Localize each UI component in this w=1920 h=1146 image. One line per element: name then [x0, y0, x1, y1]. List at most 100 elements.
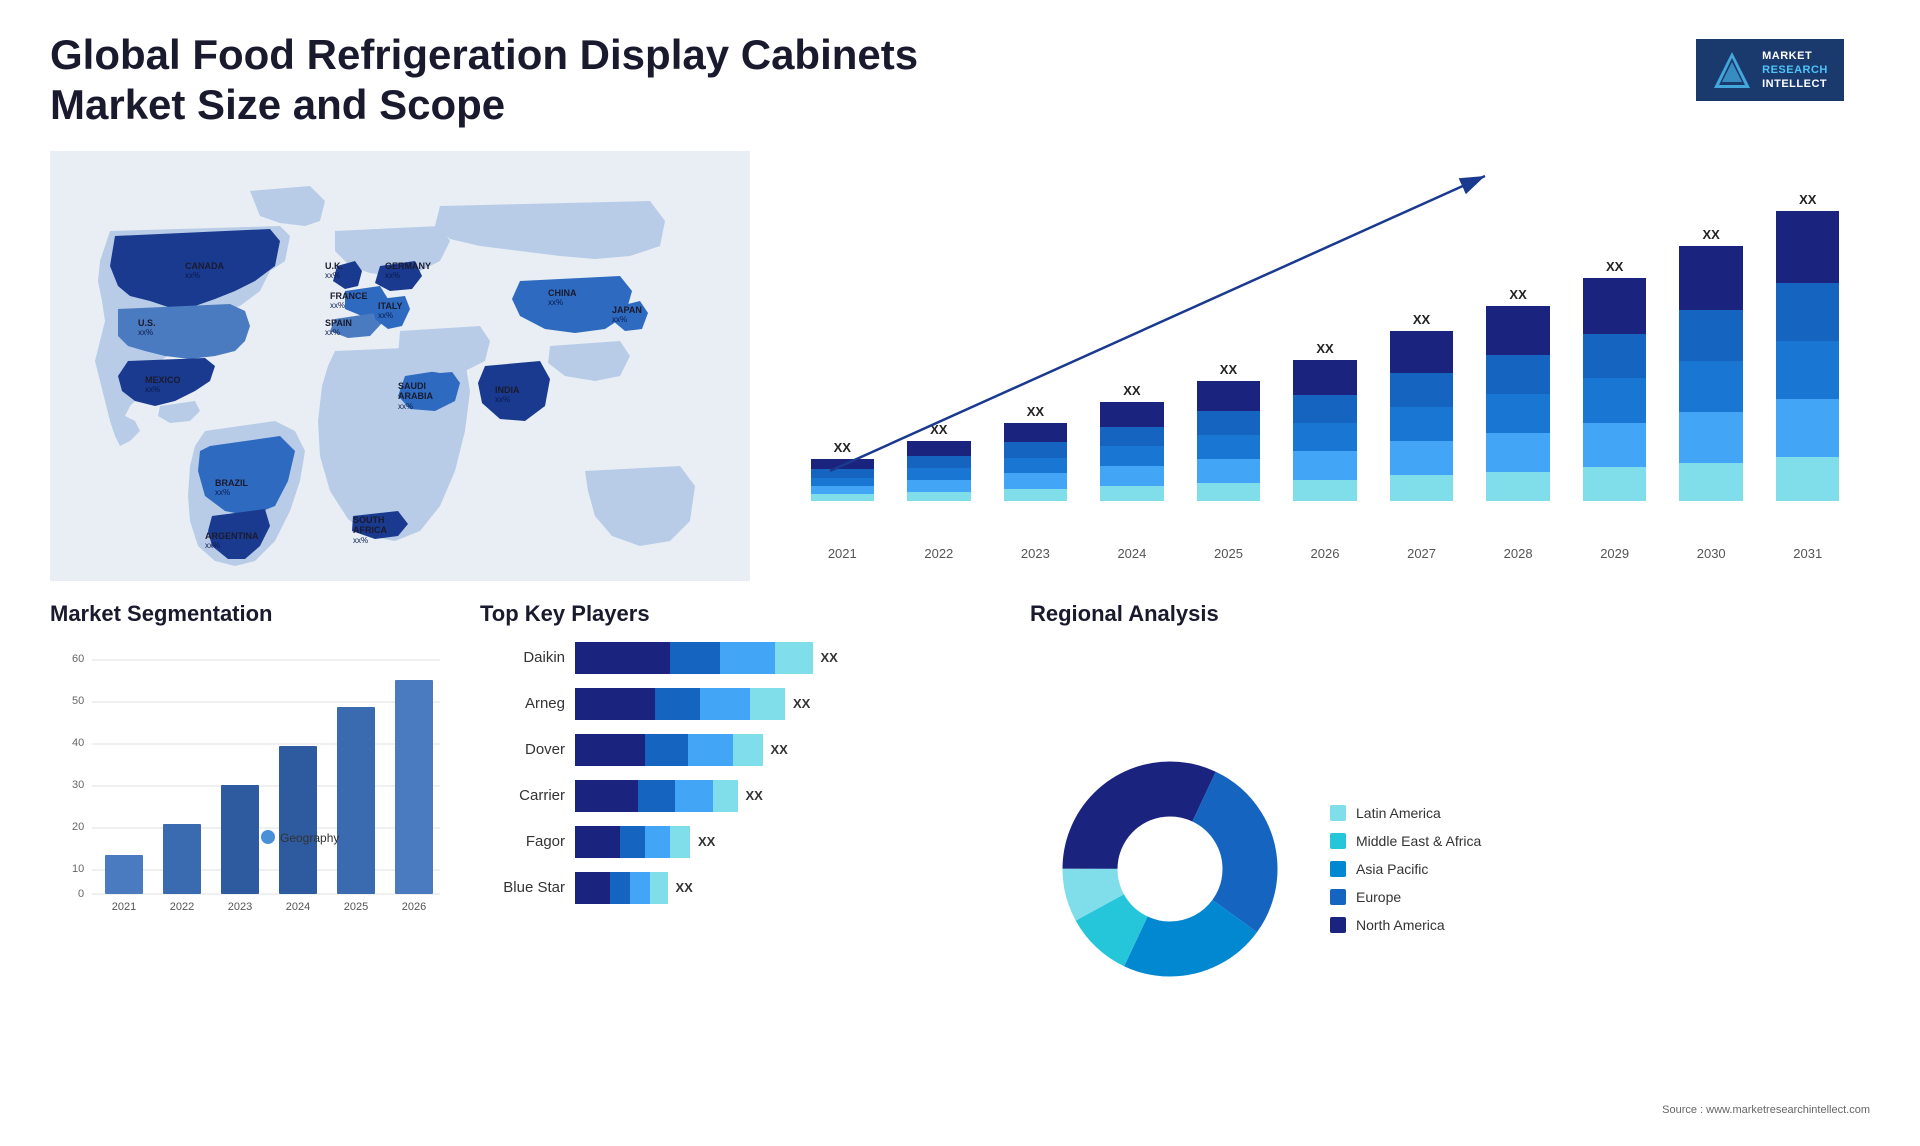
- bar-segment-0: [1390, 331, 1453, 374]
- bar-segment-3: [1583, 423, 1646, 468]
- legend-color-swatch: [1330, 833, 1346, 849]
- bar-segment-2: [811, 478, 874, 486]
- svg-text:xx%: xx%: [495, 395, 510, 404]
- player-bar-segment-1: [645, 734, 688, 766]
- bar-stack-2022: [907, 441, 970, 501]
- player-value: XX: [676, 880, 693, 895]
- bar-stack-2025: [1197, 381, 1260, 501]
- bar-stack-2030: [1679, 246, 1742, 501]
- bar-segment-0: [1197, 381, 1260, 411]
- bar-group-2025: XX: [1186, 181, 1271, 501]
- bar-segment-3: [907, 480, 970, 492]
- bar-stack-2024: [1100, 402, 1163, 501]
- bar-segment-4: [1776, 457, 1839, 501]
- player-bar: [575, 642, 813, 674]
- legend-color-swatch: [1330, 861, 1346, 877]
- player-bar-container: XX: [575, 642, 1000, 674]
- bar-group-2028: XX: [1476, 181, 1561, 501]
- bar-segment-2: [1197, 435, 1260, 459]
- bar-segment-0: [1486, 306, 1549, 355]
- bar-segment-1: [1004, 442, 1067, 458]
- svg-text:xx%: xx%: [548, 298, 563, 307]
- player-bar-segment-2: [700, 688, 750, 720]
- bar-segment-1: [1390, 373, 1453, 407]
- bar-segment-3: [1390, 441, 1453, 475]
- bar-value-2026: XX: [1316, 341, 1333, 356]
- player-bar: [575, 688, 785, 720]
- bar-segment-0: [1776, 211, 1839, 284]
- svg-text:40: 40: [72, 737, 84, 749]
- bar-segment-1: [907, 456, 970, 468]
- svg-text:2023: 2023: [228, 901, 252, 913]
- player-value: XX: [746, 788, 763, 803]
- svg-text:SOUTH: SOUTH: [353, 515, 385, 525]
- player-bar-segment-0: [575, 642, 670, 674]
- bar-year-label-2025: 2025: [1186, 546, 1271, 561]
- bar-segment-1: [1583, 334, 1646, 379]
- player-bar-segment-0: [575, 826, 620, 858]
- bar-segment-4: [1004, 489, 1067, 501]
- svg-text:SAUDI: SAUDI: [398, 381, 426, 391]
- legend-label: Europe: [1356, 889, 1401, 905]
- map-container: CANADA xx% U.S. xx% MEXICO xx% BRAZIL xx…: [50, 151, 750, 581]
- legend-color-swatch: [1330, 805, 1346, 821]
- player-bar-container: XX: [575, 688, 1000, 720]
- svg-text:BRAZIL: BRAZIL: [215, 478, 248, 488]
- bar-segment-2: [1004, 458, 1067, 474]
- bar-value-2024: XX: [1123, 383, 1140, 398]
- bar-segment-4: [811, 494, 874, 500]
- player-bar-container: XX: [575, 780, 1000, 812]
- bar-chart-container: XXXXXXXXXXXXXXXXXXXXXX 20212022202320242…: [780, 151, 1870, 581]
- bar-group-2030: XX: [1669, 181, 1754, 501]
- player-bar-segment-1: [610, 872, 630, 904]
- player-row-fagor: FagorXX: [480, 826, 1000, 858]
- bar-segment-2: [1776, 341, 1839, 399]
- legend-container: Latin America Middle East & Africa Asia Pa…: [1330, 805, 1481, 933]
- player-bar: [575, 826, 690, 858]
- legend-label: Asia Pacific: [1356, 861, 1428, 877]
- bar-segment-1: [1197, 411, 1260, 435]
- player-bar-segment-0: [575, 734, 645, 766]
- svg-text:0: 0: [78, 888, 84, 900]
- donut-chart: [1030, 729, 1310, 1009]
- bar-segment-2: [1293, 423, 1356, 451]
- player-value: XX: [821, 650, 838, 665]
- svg-text:xx%: xx%: [215, 488, 230, 497]
- bar-segment-3: [1197, 459, 1260, 483]
- bar-segment-4: [1486, 472, 1549, 501]
- player-bar-segment-2: [675, 780, 713, 812]
- svg-text:SPAIN: SPAIN: [325, 318, 352, 328]
- bar-stack-2021: [811, 459, 874, 501]
- bar-segment-2: [1679, 361, 1742, 412]
- svg-text:xx%: xx%: [330, 301, 345, 310]
- segmentation-title: Market Segmentation: [50, 601, 450, 627]
- bar-segment-1: [1293, 395, 1356, 423]
- bar-stack-2029: [1583, 278, 1646, 501]
- player-bar-segment-3: [775, 642, 813, 674]
- legend-color-swatch: [1330, 889, 1346, 905]
- player-bar-segment-2: [645, 826, 670, 858]
- bar-segment-4: [1583, 467, 1646, 500]
- bar-segment-3: [1679, 412, 1742, 463]
- bar-group-2024: XX: [1090, 181, 1175, 501]
- bar-segment-2: [1100, 446, 1163, 466]
- player-bar-segment-0: [575, 688, 655, 720]
- logo: MARKET RESEARCH INTELLECT: [1670, 30, 1870, 110]
- legend-item-middle-east-&-africa: Middle East & Africa: [1330, 833, 1481, 849]
- svg-text:xx%: xx%: [205, 541, 220, 550]
- bar-segment-1: [1486, 355, 1549, 394]
- player-bar: [575, 734, 763, 766]
- bar-year-label-2022: 2022: [897, 546, 982, 561]
- legend-label: Latin America: [1356, 805, 1441, 821]
- svg-text:xx%: xx%: [185, 271, 200, 280]
- bar-segment-0: [1293, 360, 1356, 395]
- regional-title: Regional Analysis: [1030, 601, 1870, 627]
- bar-value-2030: XX: [1703, 227, 1720, 242]
- svg-text:20: 20: [72, 821, 84, 833]
- bar-year-label-2030: 2030: [1669, 546, 1754, 561]
- svg-text:50: 50: [72, 695, 84, 707]
- bar-year-label-2024: 2024: [1090, 546, 1175, 561]
- player-bar: [575, 780, 738, 812]
- svg-text:2024: 2024: [286, 901, 310, 913]
- player-value: XX: [698, 834, 715, 849]
